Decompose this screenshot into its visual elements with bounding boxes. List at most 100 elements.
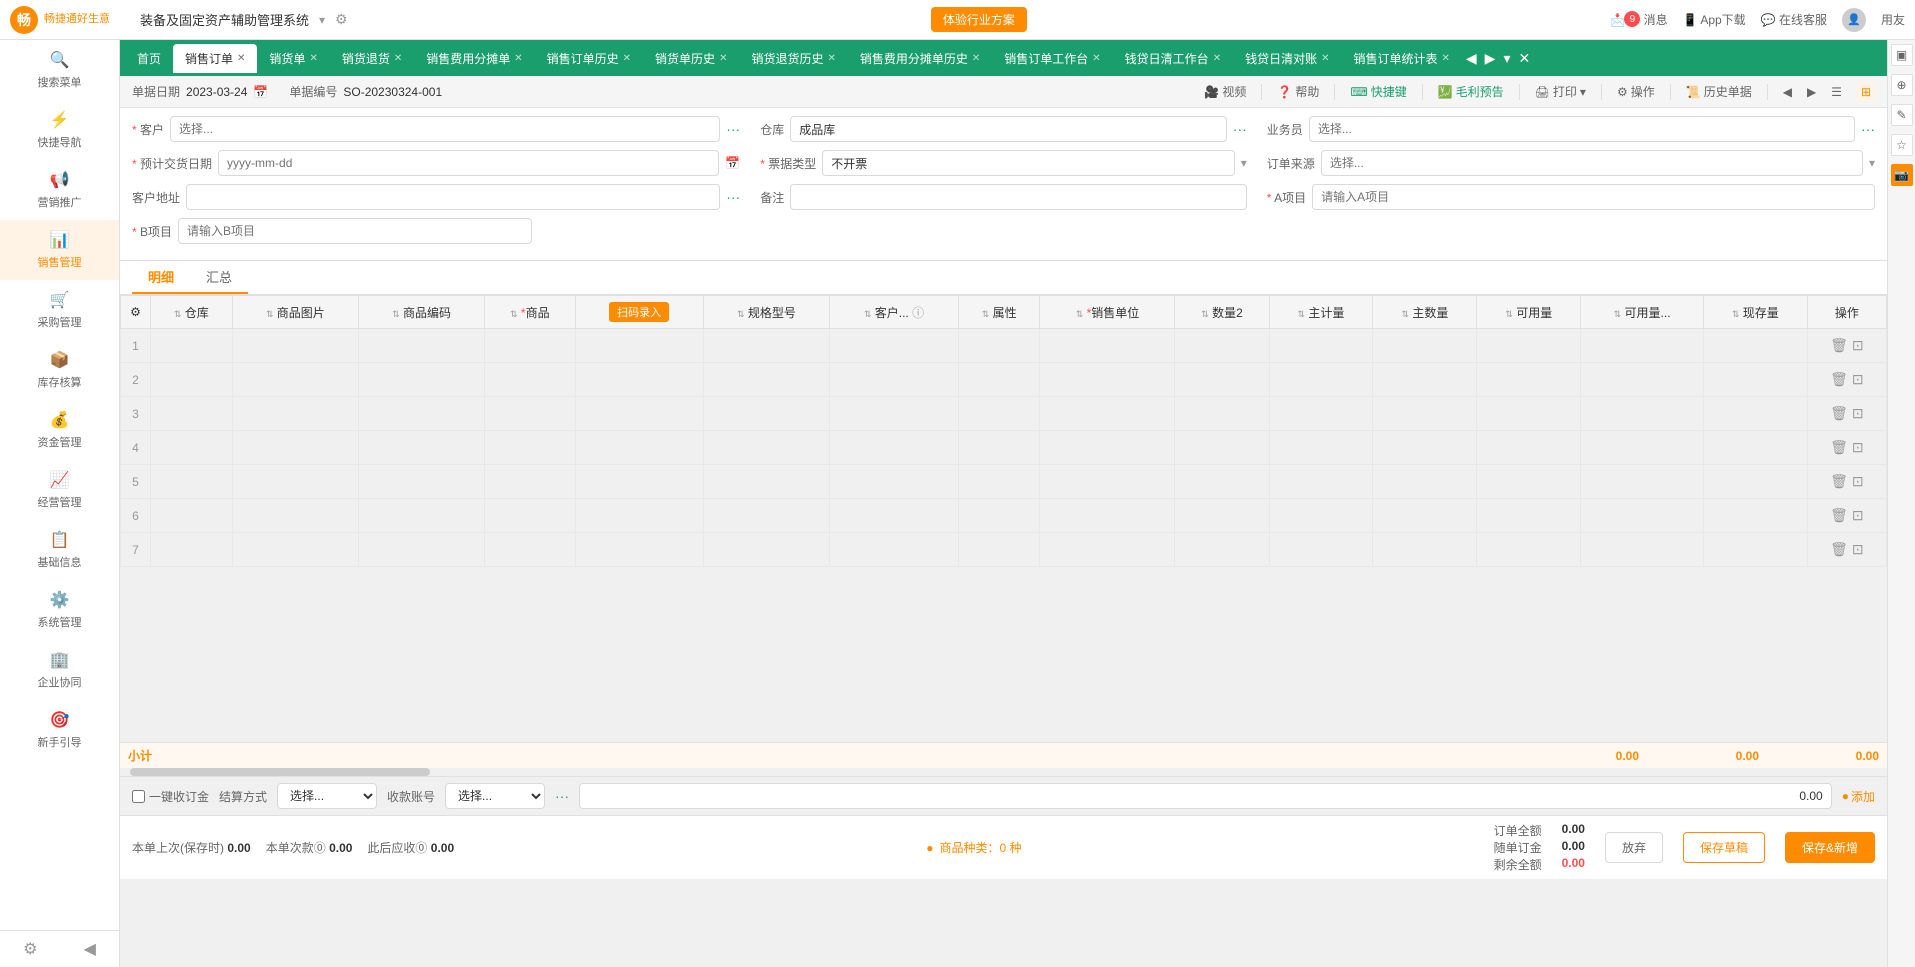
row-6-attributes[interactable] <box>958 499 1040 533</box>
row-6-customer-code[interactable] <box>830 499 959 533</box>
row-6-main-unit[interactable] <box>1269 499 1373 533</box>
row-5-product-code[interactable] <box>358 465 484 499</box>
tab-sales-return-close[interactable]: ✕ <box>309 53 317 64</box>
account-select[interactable]: 选择... <box>445 783 545 809</box>
row-7-copy-icon[interactable]: ⊡ <box>1852 541 1864 558</box>
row-3-available[interactable] <box>1477 397 1581 431</box>
toolbar-history[interactable]: 📜 历史单据 <box>1686 83 1752 100</box>
row-5-spec-type[interactable] <box>703 465 829 499</box>
tab-cash-daily-workbench-close[interactable]: ✕ <box>1213 53 1221 64</box>
row-4-main-unit[interactable] <box>1269 431 1373 465</box>
row-7-main-qty[interactable] <box>1373 533 1477 567</box>
col-settings[interactable]: ⚙ <box>121 296 151 329</box>
row-3-spec-type[interactable] <box>703 397 829 431</box>
tab-detail[interactable]: 明细 <box>132 261 190 294</box>
row-5-product-image[interactable] <box>232 465 358 499</box>
row-6-product-image[interactable] <box>232 499 358 533</box>
row-1-spec-type[interactable] <box>703 329 829 363</box>
scan-button[interactable]: 扫码录入 <box>609 302 669 322</box>
main-qty-sort[interactable]: ⇅ <box>1401 309 1409 319</box>
calendar-icon[interactable]: 📅 <box>253 85 268 99</box>
row-6-quantity2[interactable] <box>1175 499 1269 533</box>
row-2-warehouse[interactable] <box>151 363 233 397</box>
row-1-available[interactable] <box>1477 329 1581 363</box>
row-6-product-code[interactable] <box>358 499 484 533</box>
row-1-sales-unit[interactable] <box>1040 329 1175 363</box>
row-4-main-qty[interactable] <box>1373 431 1477 465</box>
row-2-main-qty[interactable] <box>1373 363 1477 397</box>
toolbar-help[interactable]: ❓ 帮助 <box>1277 83 1319 100</box>
tab-close-all-icon[interactable]: ✕ <box>1514 50 1534 67</box>
row-5-main-qty[interactable] <box>1373 465 1477 499</box>
invoice-type-dropdown-icon[interactable]: ▾ <box>1241 156 1247 170</box>
right-panel-icon-2[interactable]: ⊕ <box>1891 74 1913 96</box>
tab-sales-fee-history-close[interactable]: ✕ <box>972 53 980 64</box>
row-1-main-qty[interactable] <box>1373 329 1477 363</box>
row-3-product-image[interactable] <box>232 397 358 431</box>
row-7-spec-type[interactable] <box>703 533 829 567</box>
stock-sort[interactable]: ⇅ <box>1732 309 1740 319</box>
tab-sales-return-history[interactable]: 销货单历史 ✕ <box>643 44 739 73</box>
row-5-sales-unit[interactable] <box>1040 465 1175 499</box>
quick-order-check[interactable] <box>132 790 145 803</box>
row-7-product[interactable] <box>485 533 575 567</box>
sidebar-item-sales[interactable]: 📊 销售管理 <box>0 220 119 280</box>
row-3-customer-code[interactable] <box>830 397 959 431</box>
tab-home[interactable]: 首页 <box>125 44 173 73</box>
tab-cash-reconcile[interactable]: 钱贷日清对账 ✕ <box>1233 44 1341 73</box>
row-2-available[interactable] <box>1477 363 1581 397</box>
available-sort[interactable]: ⇅ <box>1505 309 1513 319</box>
tab-more-icon[interactable]: ▾ <box>1499 50 1514 67</box>
row-6-sales-unit[interactable] <box>1040 499 1175 533</box>
row-7-warehouse[interactable] <box>151 533 233 567</box>
invoice-type-input[interactable] <box>822 150 1235 176</box>
row-4-product[interactable] <box>485 431 575 465</box>
app-download[interactable]: 📱 App下载 <box>1683 11 1746 28</box>
row-2-quantity2[interactable] <box>1175 363 1269 397</box>
row-4-sales-unit[interactable] <box>1040 431 1175 465</box>
remark-input[interactable] <box>790 184 1247 210</box>
online-service[interactable]: 💬 在线客服 <box>1761 11 1827 28</box>
row-5-warehouse[interactable] <box>151 465 233 499</box>
save-draft-button[interactable]: 保存草稿 <box>1683 832 1765 863</box>
row-7-quantity2[interactable] <box>1175 533 1269 567</box>
order-source-input[interactable] <box>1321 150 1863 176</box>
row-6-available[interactable] <box>1477 499 1581 533</box>
row-3-product-code[interactable] <box>358 397 484 431</box>
row-1-copy-icon[interactable]: ⊡ <box>1852 337 1864 354</box>
row-6-spec-type[interactable] <box>703 499 829 533</box>
row-6-delete-icon[interactable]: 🗑 <box>1830 507 1848 524</box>
row-1-quantity2[interactable] <box>1175 329 1269 363</box>
delivery-date-input[interactable] <box>218 150 719 176</box>
tab-sales-order[interactable]: 销售订单 ✕ <box>173 44 257 73</box>
tab-sales-return[interactable]: 销货单 ✕ <box>257 44 329 73</box>
row-2-product-image[interactable] <box>232 363 358 397</box>
tab-sales-order-history-close[interactable]: ✕ <box>623 53 631 64</box>
row-3-attributes[interactable] <box>958 397 1040 431</box>
row-3-delete-icon[interactable]: 🗑 <box>1830 405 1848 422</box>
customer-input[interactable] <box>170 116 720 142</box>
sidebar-item-inventory[interactable]: 📦 库存核算 <box>0 340 119 400</box>
row-7-stock[interactable] <box>1703 533 1807 567</box>
discard-button[interactable]: 放弃 <box>1605 832 1663 863</box>
tab-sales-refund-close[interactable]: ✕ <box>394 53 402 64</box>
customer-code-sort[interactable]: ⇅ <box>864 309 872 319</box>
row-4-product-code[interactable] <box>358 431 484 465</box>
row-1-customer-code[interactable] <box>830 329 959 363</box>
attributes-sort[interactable]: ⇅ <box>982 309 990 319</box>
row-5-delete-icon[interactable]: 🗑 <box>1830 473 1848 490</box>
row-7-customer-code[interactable] <box>830 533 959 567</box>
toolbar-nav-prev[interactable]: ◀ <box>1783 85 1792 99</box>
settings-icon[interactable]: ⚙ <box>335 11 348 28</box>
row-3-sales-unit[interactable] <box>1040 397 1175 431</box>
row-7-available2[interactable] <box>1581 533 1704 567</box>
quantity2-sort[interactable]: ⇅ <box>1201 309 1209 319</box>
tab-sales-fee-history[interactable]: 销售费用分摊单历史 ✕ <box>848 44 992 73</box>
sidebar-item-system[interactable]: ⚙️ 系统管理 <box>0 580 119 640</box>
row-4-available2[interactable] <box>1581 431 1704 465</box>
sidebar-item-enterprise[interactable]: 🏢 企业协同 <box>0 640 119 700</box>
right-panel-icon-5[interactable]: 📷 <box>1891 164 1913 186</box>
sidebar-settings-icon[interactable]: ⚙ <box>23 939 37 959</box>
row-1-product-image[interactable] <box>232 329 358 363</box>
tab-sales-refund-history-close[interactable]: ✕ <box>827 53 835 64</box>
